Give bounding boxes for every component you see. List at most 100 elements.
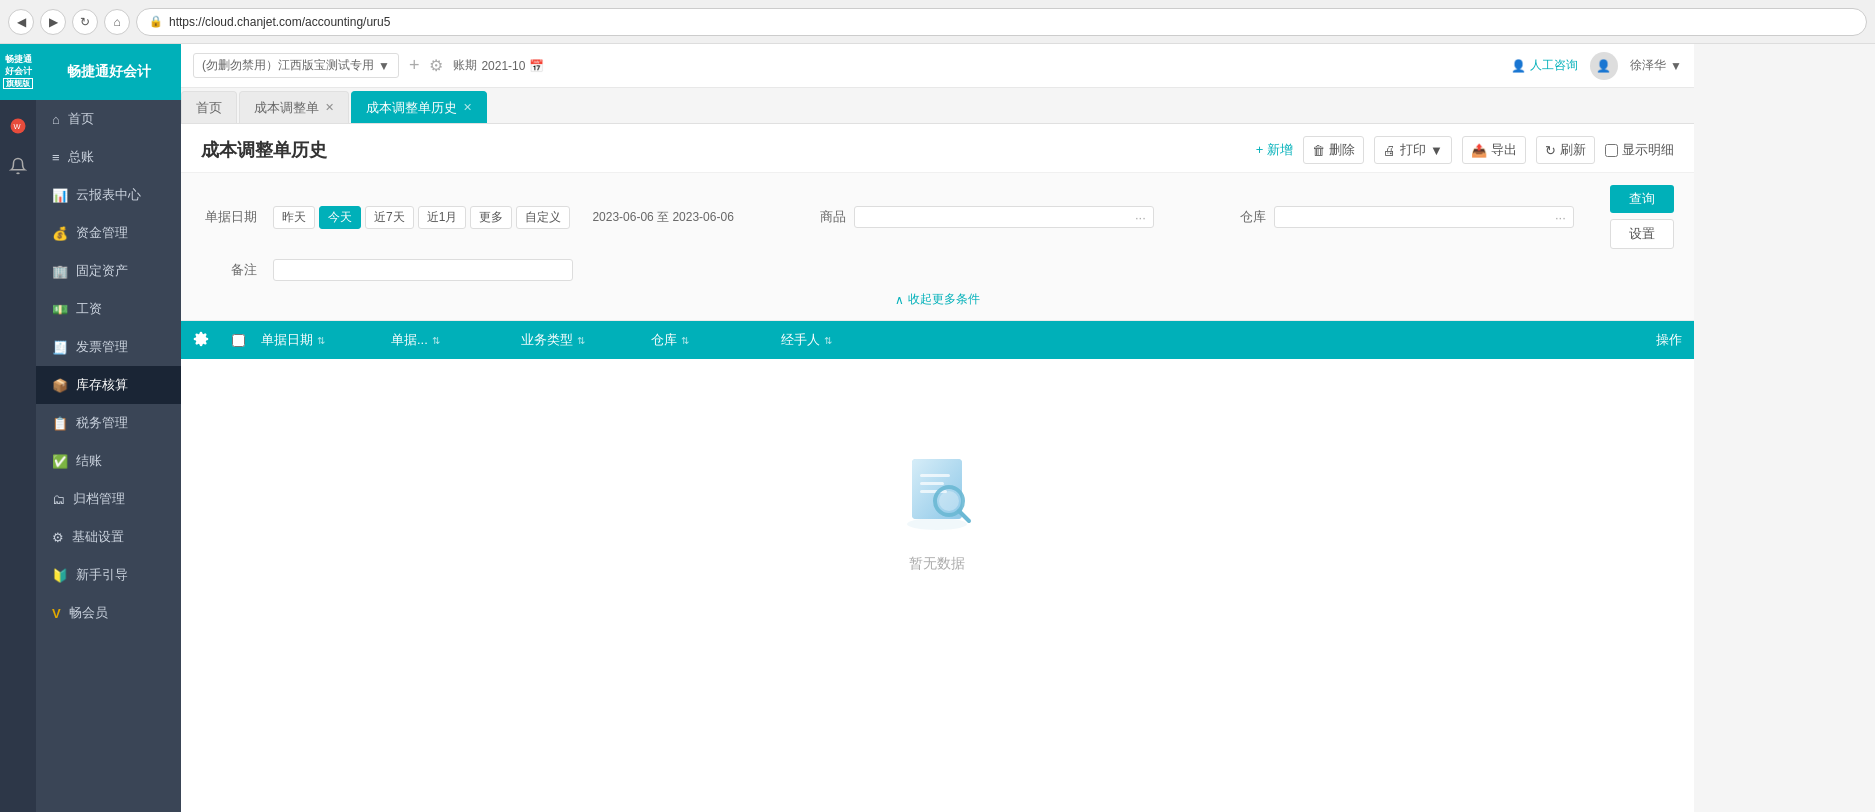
date-range-display: 2023-06-06 至 2023-06-06 xyxy=(592,209,733,226)
empty-text: 暂无数据 xyxy=(909,555,965,573)
th-actions: 操作 xyxy=(1656,331,1682,349)
goods-input[interactable] xyxy=(854,206,1154,228)
date-btn-1month[interactable]: 近1月 xyxy=(418,206,467,229)
service-person-icon: 👤 xyxy=(1511,59,1526,73)
sidebar-item-fixed[interactable]: 🏢 固定资产 xyxy=(36,252,181,290)
sidebar-item-guide[interactable]: 🔰 新手引导 xyxy=(36,556,181,594)
user-avatar[interactable]: 👤 xyxy=(1590,52,1618,80)
add-btn[interactable]: + 新增 xyxy=(1256,141,1293,159)
export-btn[interactable]: 📤 导出 xyxy=(1462,136,1526,164)
funds-icon: 💰 xyxy=(52,226,68,241)
th-biztype[interactable]: 业务类型 ⇅ xyxy=(513,331,643,349)
th-date[interactable]: 单据日期 ⇅ xyxy=(253,331,383,349)
user-service-btn[interactable]: 👤 人工咨询 xyxy=(1511,57,1578,74)
page-content: 成本调整单历史 + 新增 🗑 删除 🖨 打印 ▼ 📤 导出 xyxy=(181,124,1694,812)
th-warehouse-sort-icon: ⇅ xyxy=(681,335,689,346)
th-num[interactable]: 单据... ⇅ xyxy=(383,331,513,349)
sidebar-label-guide: 新手引导 xyxy=(76,566,128,584)
strip-weibo[interactable]: W xyxy=(0,108,36,144)
sidebar-item-closing[interactable]: ✅ 结账 xyxy=(36,442,181,480)
tax-icon: 📋 xyxy=(52,416,68,431)
period-value: 2021-10 xyxy=(481,59,525,73)
svg-text:W: W xyxy=(14,122,22,131)
period-label: 账期 xyxy=(453,57,477,74)
company-selector[interactable]: (勿删勿禁用）江西版宝测试专用 ▼ xyxy=(193,53,399,78)
tab-history-close[interactable]: ✕ xyxy=(463,101,472,114)
user-name[interactable]: 徐泽华 ▼ xyxy=(1630,57,1682,74)
table-header: 单据日期 ⇅ 单据... ⇅ 业务类型 ⇅ 仓库 ⇅ xyxy=(181,321,1694,359)
th-num-label: 单据... xyxy=(391,331,428,349)
sidebar-item-archive[interactable]: 🗂 归档管理 xyxy=(36,480,181,518)
date-filter-label: 单据日期 xyxy=(201,208,257,226)
guide-icon: 🔰 xyxy=(52,568,68,583)
strip-notification[interactable] xyxy=(0,148,36,184)
delete-label: 删除 xyxy=(1329,141,1355,159)
th-checkbox[interactable] xyxy=(223,334,253,347)
warehouse-select-wrapper: ··· xyxy=(1274,206,1574,228)
browser-url-bar[interactable]: 🔒 https://cloud.chanjet.com/accounting/u… xyxy=(136,8,1867,36)
add-tab-btn[interactable]: + xyxy=(409,55,420,76)
user-dropdown-icon: ▼ xyxy=(1670,59,1682,73)
date-btn-yesterday[interactable]: 昨天 xyxy=(273,206,315,229)
sidebar-item-inventory[interactable]: 📦 库存核算 xyxy=(36,366,181,404)
date-btn-today[interactable]: 今天 xyxy=(319,206,361,229)
th-gear[interactable] xyxy=(193,331,223,350)
warehouse-input[interactable] xyxy=(1274,206,1574,228)
url-lock-icon: 🔒 xyxy=(149,15,163,28)
sidebar-label-closing: 结账 xyxy=(76,452,102,470)
tab-cost-adj-history[interactable]: 成本调整单历史 ✕ xyxy=(351,91,487,123)
inventory-icon: 📦 xyxy=(52,378,68,393)
avatar-icon: 👤 xyxy=(1596,59,1611,73)
sidebar-item-home[interactable]: ⌂ 首页 xyxy=(36,100,181,138)
refresh-btn[interactable]: ↻ 刷新 xyxy=(1536,136,1595,164)
query-search-btn[interactable]: 查询 xyxy=(1610,185,1674,213)
sidebar-item-reports[interactable]: 📊 云报表中心 xyxy=(36,176,181,214)
tab-home[interactable]: 首页 xyxy=(181,91,237,123)
print-btn[interactable]: 🖨 打印 ▼ xyxy=(1374,136,1452,164)
date-btn-7days[interactable]: 近7天 xyxy=(365,206,414,229)
browser-reload-btn[interactable]: ↻ xyxy=(72,9,98,35)
calendar-icon[interactable]: 📅 xyxy=(529,59,544,73)
goods-filter-label: 商品 xyxy=(790,208,846,226)
sidebar-item-funds[interactable]: 💰 资金管理 xyxy=(36,214,181,252)
goods-dots[interactable]: ··· xyxy=(1135,210,1146,225)
tab-cost-adj-close[interactable]: ✕ xyxy=(325,101,334,114)
sidebar-label-invoice: 发票管理 xyxy=(76,338,128,356)
sidebar-label-home: 首页 xyxy=(68,110,94,128)
browser-back-btn[interactable]: ◀ xyxy=(8,9,34,35)
th-warehouse[interactable]: 仓库 ⇅ xyxy=(643,331,773,349)
th-num-sort-icon: ⇅ xyxy=(432,335,440,346)
warehouse-dots[interactable]: ··· xyxy=(1555,210,1566,225)
sidebar-label-funds: 资金管理 xyxy=(76,224,128,242)
app-topbar: (勿删勿禁用）江西版宝测试专用 ▼ + ⚙ 账期 2021-10 📅 👤 人工咨… xyxy=(181,44,1694,88)
empty-illustration xyxy=(887,439,987,539)
date-btn-more[interactable]: 更多 xyxy=(470,206,512,229)
date-btn-custom[interactable]: 自定义 xyxy=(516,206,570,229)
tabs-bar: 首页 成本调整单 ✕ 成本调整单历史 ✕ xyxy=(181,88,1694,124)
sidebar-item-vip[interactable]: V 畅会员 xyxy=(36,594,181,632)
show-all-checkbox[interactable] xyxy=(1605,144,1618,157)
warehouse-filter-label: 仓库 xyxy=(1210,208,1266,226)
reports-icon: 📊 xyxy=(52,188,68,203)
sidebar-item-salary[interactable]: 💵 工资 xyxy=(36,290,181,328)
goods-select-wrapper: ··· xyxy=(854,206,1154,228)
sidebar-header: 畅捷通好会计 xyxy=(36,44,181,100)
select-all-checkbox[interactable] xyxy=(232,334,245,347)
tab-cost-adj[interactable]: 成本调整单 ✕ xyxy=(239,91,349,123)
browser-forward-btn[interactable]: ▶ xyxy=(40,9,66,35)
sidebar-item-invoice[interactable]: 🧾 发票管理 xyxy=(36,328,181,366)
collapse-btn[interactable]: ∧ 收起更多条件 xyxy=(895,291,980,308)
settings-gear-icon[interactable]: ⚙ xyxy=(429,56,443,75)
th-warehouse-label: 仓库 xyxy=(651,331,677,349)
sidebar-item-ledger[interactable]: ≡ 总账 xyxy=(36,138,181,176)
sidebar-item-tax[interactable]: 📋 税务管理 xyxy=(36,404,181,442)
th-handler[interactable]: 经手人 ⇅ xyxy=(773,331,903,349)
th-date-label: 单据日期 xyxy=(261,331,313,349)
sidebar-item-basic[interactable]: ⚙ 基础设置 xyxy=(36,518,181,556)
sidebar-label-inventory: 库存核算 xyxy=(76,376,128,394)
note-input[interactable] xyxy=(273,259,573,281)
sidebar-label-tax: 税务管理 xyxy=(76,414,128,432)
query-settings-btn[interactable]: 设置 xyxy=(1610,219,1674,249)
browser-home-btn[interactable]: ⌂ xyxy=(104,9,130,35)
delete-btn[interactable]: 🗑 删除 xyxy=(1303,136,1364,164)
